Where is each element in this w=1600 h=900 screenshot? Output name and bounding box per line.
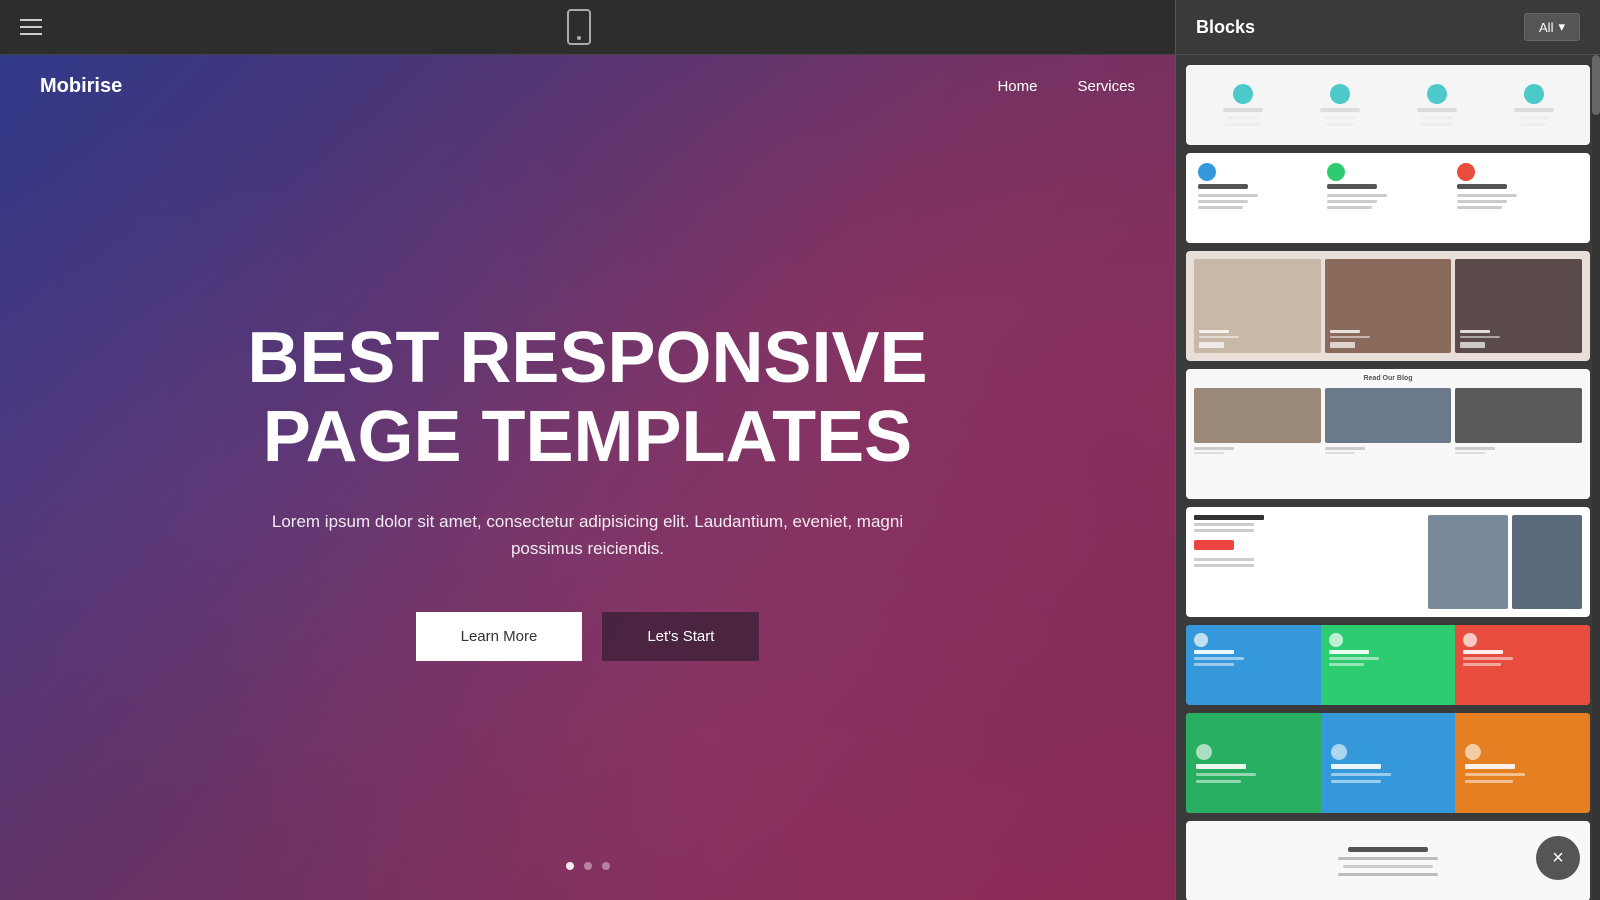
filter-dropdown-icon: ▾ [1558, 19, 1565, 35]
panel-content: Read Our Blog [1176, 55, 1600, 900]
page-canvas: Mobirise Home Services BEST RESPONSIVE P… [0, 55, 1175, 900]
block3-card-1 [1194, 259, 1321, 353]
block4-card-1 [1194, 388, 1321, 454]
panel-title: Blocks [1196, 17, 1255, 38]
hamburger-menu[interactable] [20, 19, 42, 35]
hero-dots [0, 862, 1175, 900]
filter-button[interactable]: All ▾ [1524, 13, 1580, 41]
toolbar [0, 0, 1175, 55]
block6-item-2 [1321, 625, 1456, 705]
block4-card-2 [1325, 388, 1452, 454]
block-thumbnail-7[interactable] [1186, 713, 1590, 813]
close-panel-button[interactable]: × [1536, 836, 1580, 880]
block-thumbnail-6[interactable] [1186, 625, 1590, 705]
block1-item-4 [1485, 84, 1582, 126]
lets-start-button[interactable]: Let's Start [602, 612, 759, 661]
block4-grid [1186, 388, 1590, 462]
block2-preview [1186, 153, 1590, 243]
block1-preview [1186, 65, 1590, 145]
block1-item-2 [1291, 84, 1388, 126]
block4-card-3 [1455, 388, 1582, 454]
toolbar-left [20, 19, 42, 35]
block4-preview: Read Our Blog [1186, 369, 1590, 499]
dot-1[interactable] [566, 862, 574, 870]
hero-content: BEST RESPONSIVE PAGE TEMPLATES Lorem ips… [0, 118, 1175, 862]
block7-item-2 [1321, 713, 1456, 813]
block3-preview [1186, 251, 1590, 361]
block6-item-1 [1186, 625, 1321, 705]
block-thumbnail-5[interactable] [1186, 507, 1590, 617]
block2-item-3 [1453, 163, 1582, 209]
dot-3[interactable] [602, 862, 610, 870]
block6-item-3 [1455, 625, 1590, 705]
nav-link-services[interactable]: Services [1077, 78, 1135, 95]
block7-preview [1186, 713, 1590, 813]
scrollbar-track [1592, 55, 1600, 900]
block-thumbnail-2[interactable] [1186, 153, 1590, 243]
nav-brand: Mobirise [40, 75, 122, 98]
block8-preview [1186, 821, 1590, 900]
block6-preview [1186, 625, 1590, 705]
dot-2[interactable] [584, 862, 592, 870]
editor-area: Mobirise Home Services BEST RESPONSIVE P… [0, 0, 1175, 900]
hero-title-line1: BEST RESPONSIVE [247, 318, 927, 398]
hero-title: BEST RESPONSIVE PAGE TEMPLATES [247, 319, 927, 477]
block2-item-2 [1323, 163, 1452, 209]
block-thumbnail-8[interactable] [1186, 821, 1590, 900]
block5-img-1 [1428, 515, 1508, 609]
panel-header: Blocks All ▾ [1176, 0, 1600, 55]
filter-label: All [1539, 20, 1553, 35]
block5-left [1194, 515, 1424, 609]
blocks-panel: Blocks All ▾ [1175, 0, 1600, 900]
learn-more-button[interactable]: Learn More [416, 612, 583, 661]
block7-item-3 [1455, 713, 1590, 813]
mobile-device-icon[interactable] [567, 9, 591, 45]
block5-preview [1186, 507, 1590, 617]
block3-card-3 [1455, 259, 1582, 353]
scrollbar-thumb[interactable] [1592, 55, 1600, 115]
block-thumbnail-4[interactable]: Read Our Blog [1186, 369, 1590, 499]
block1-item-3 [1388, 84, 1485, 126]
nav-link-home[interactable]: Home [997, 78, 1037, 95]
hero-nav: Mobirise Home Services [0, 55, 1175, 118]
device-home-button [577, 36, 581, 40]
block4-title: Read Our Blog [1186, 369, 1590, 388]
block5-img-2 [1512, 515, 1582, 609]
hero-subtitle: Lorem ipsum dolor sit amet, consectetur … [238, 508, 938, 562]
panel-wrapper: Read Our Blog [1176, 55, 1600, 900]
block3-card-2 [1325, 259, 1452, 353]
hero-title-line2: PAGE TEMPLATES [263, 397, 912, 477]
block-thumbnail-3[interactable] [1186, 251, 1590, 361]
hero-buttons: Learn More Let's Start [416, 612, 760, 661]
toolbar-center [567, 9, 591, 45]
block7-item-1 [1186, 713, 1321, 813]
nav-links: Home Services [997, 78, 1135, 95]
block1-item-1 [1194, 84, 1291, 126]
hero-section: Mobirise Home Services BEST RESPONSIVE P… [0, 55, 1175, 900]
block-thumbnail-1[interactable] [1186, 65, 1590, 145]
block2-item-1 [1194, 163, 1323, 209]
